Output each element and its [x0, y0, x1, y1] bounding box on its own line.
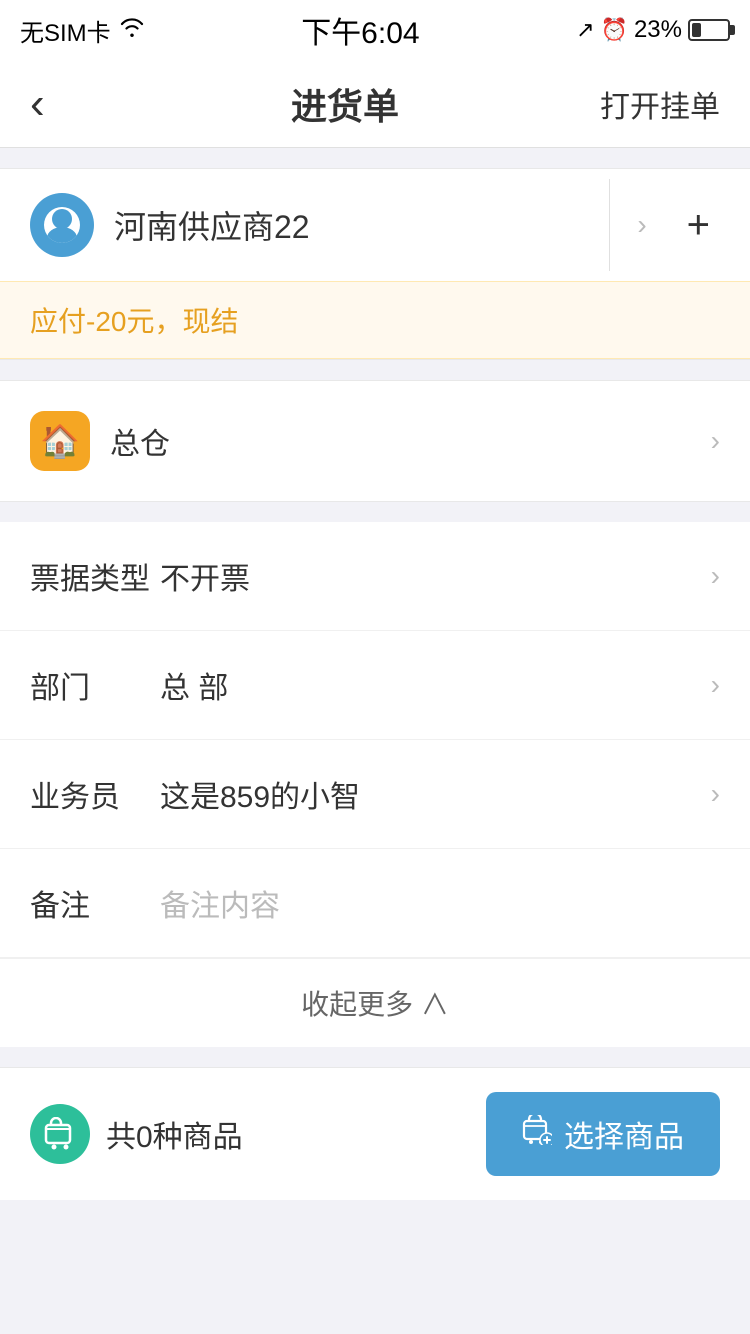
warehouse-section: 🏠 总仓 ›	[0, 380, 750, 502]
remark-key: 备注	[30, 881, 160, 925]
section-gap-1	[0, 148, 750, 168]
bottom-bar: 共0种商品 选择商品	[0, 1067, 750, 1200]
select-goods-icon	[522, 1115, 552, 1153]
alarm-icon: ⏰	[601, 17, 628, 43]
product-count-icon	[30, 1104, 90, 1164]
invoice-type-key: 票据类型	[30, 554, 160, 598]
section-gap-3	[0, 502, 750, 522]
carrier-label: 无SIM卡	[20, 13, 111, 48]
supplier-chevron-icon: ›	[637, 209, 646, 241]
warehouse-icon: 🏠	[40, 422, 80, 460]
invoice-type-row[interactable]: 票据类型 不开票 ›	[0, 522, 750, 631]
invoice-type-chevron-icon: ›	[711, 560, 720, 592]
warehouse-chevron-icon: ›	[711, 425, 720, 457]
salesperson-chevron-icon: ›	[711, 778, 720, 810]
wifi-icon	[119, 16, 145, 44]
remark-value: 备注内容	[160, 881, 720, 925]
warehouse-row[interactable]: 🏠 总仓 ›	[0, 381, 750, 501]
product-count-left: 共0种商品	[30, 1104, 243, 1164]
battery-icon	[688, 19, 730, 41]
department-key: 部门	[30, 663, 160, 707]
invoice-type-value: 不开票	[160, 554, 701, 598]
select-goods-button[interactable]: 选择商品	[486, 1092, 720, 1176]
supplier-divider	[609, 179, 610, 271]
collapse-button[interactable]: 收起更多 ∧	[0, 958, 750, 1047]
page-title: 进货单	[291, 78, 399, 130]
warehouse-icon-wrap: 🏠	[30, 411, 90, 471]
add-supplier-button[interactable]: +	[677, 203, 720, 248]
status-right: ↗ ⏰ 23%	[576, 16, 730, 44]
department-value: 总 部	[160, 663, 701, 707]
select-goods-label: 选择商品	[564, 1112, 684, 1156]
form-section: 票据类型 不开票 › 部门 总 部 › 业务员 这是859的小智 › 备注 备注…	[0, 522, 750, 1047]
open-pending-button[interactable]: 打开挂单	[600, 82, 720, 126]
back-button[interactable]: ‹	[30, 79, 90, 129]
supplier-name: 河南供应商22	[114, 202, 627, 248]
location-icon: ↗	[576, 17, 594, 43]
collapse-label: 收起更多 ∧	[301, 983, 449, 1023]
supplier-row[interactable]: 河南供应商22 › +	[0, 169, 750, 281]
status-time: 下午6:04	[301, 8, 419, 52]
salesperson-row[interactable]: 业务员 这是859的小智 ›	[0, 740, 750, 849]
notice-text: 应付-20元，现结	[30, 306, 238, 337]
status-bar: 无SIM卡 下午6:04 ↗ ⏰ 23%	[0, 0, 750, 60]
battery-percent: 23%	[634, 16, 682, 44]
notice-bar: 应付-20元，现结	[0, 281, 750, 359]
supplier-section: 河南供应商22 › + 应付-20元，现结	[0, 168, 750, 360]
remark-row[interactable]: 备注 备注内容	[0, 849, 750, 958]
department-row[interactable]: 部门 总 部 ›	[0, 631, 750, 740]
salesperson-value: 这是859的小智	[160, 772, 701, 816]
cart-icon	[43, 1117, 77, 1151]
status-left: 无SIM卡	[20, 13, 145, 48]
department-chevron-icon: ›	[711, 669, 720, 701]
warehouse-label: 总仓	[110, 419, 711, 463]
product-count-text: 共0种商品	[106, 1112, 243, 1156]
section-gap-2	[0, 360, 750, 380]
salesperson-key: 业务员	[30, 772, 160, 816]
supplier-avatar	[30, 193, 94, 257]
nav-bar: ‹ 进货单 打开挂单	[0, 60, 750, 148]
